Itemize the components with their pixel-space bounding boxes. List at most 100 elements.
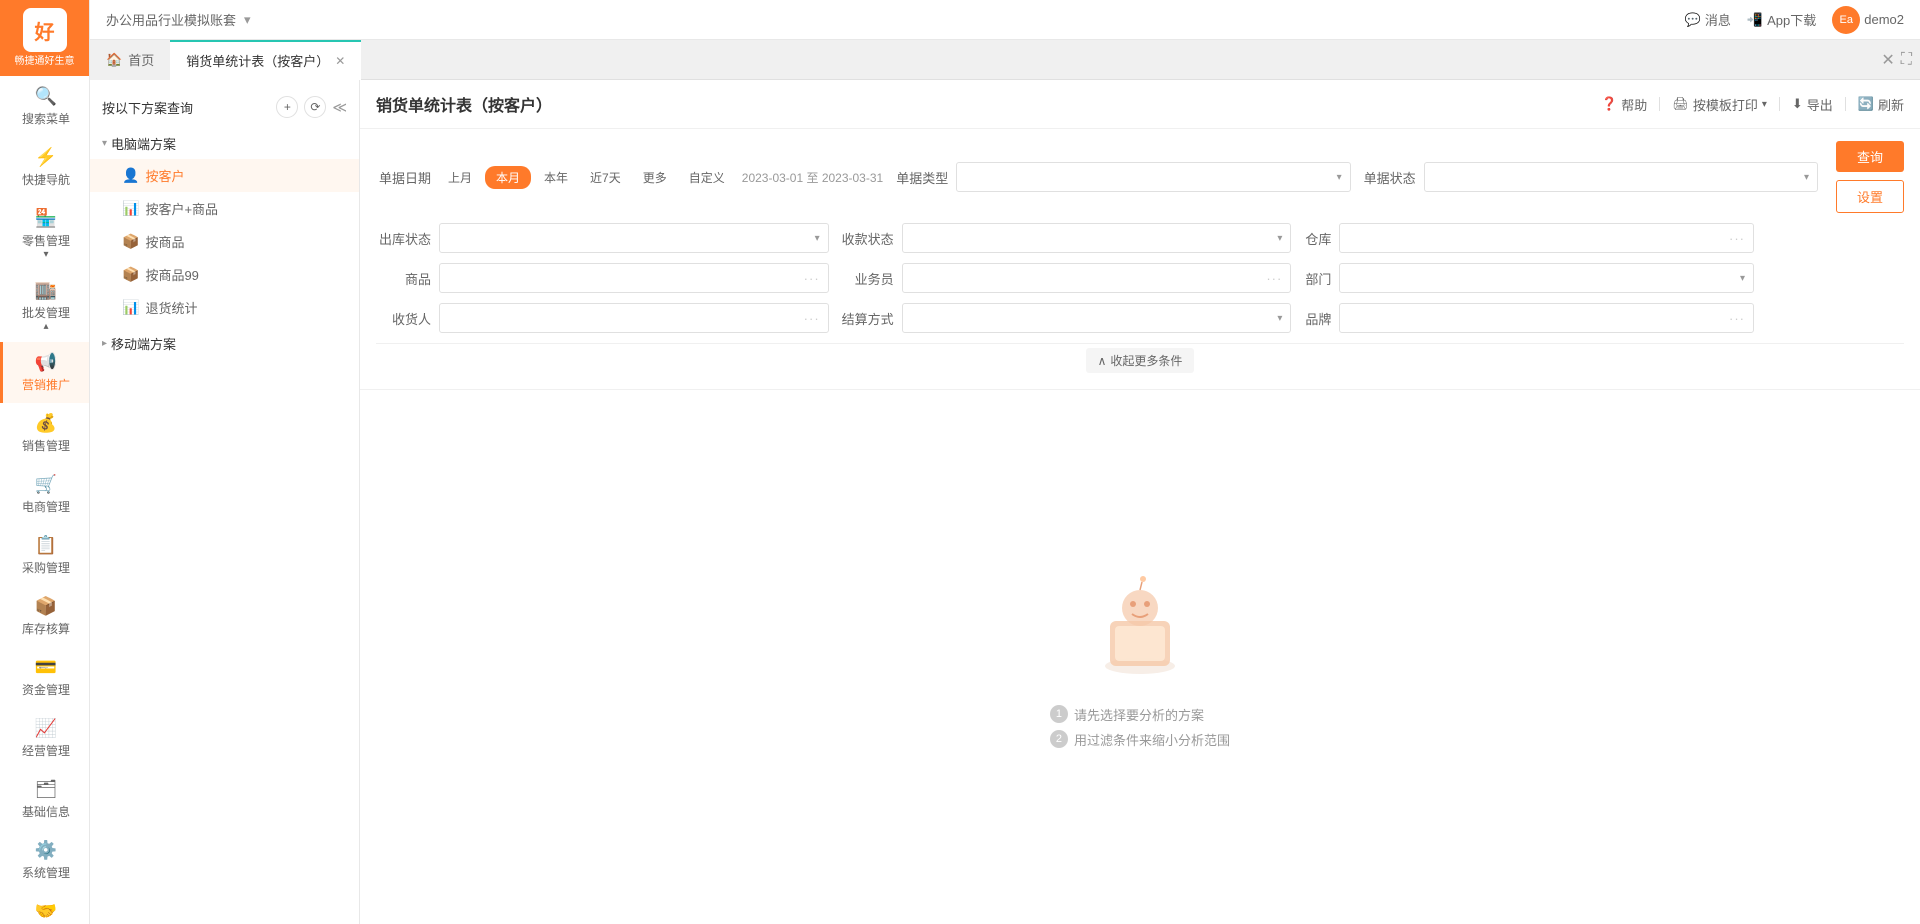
cooperation-icon: 🤝 <box>35 901 57 922</box>
order-type-label: 单据类型 <box>893 168 948 187</box>
brand-dots[interactable]: ··· <box>1729 311 1745 326</box>
tab-expand-btn[interactable]: ⛶ <box>1901 51 1912 69</box>
product-icon: 📦 <box>122 233 139 250</box>
query-btn[interactable]: 查询 <box>1836 141 1904 172</box>
help-btn[interactable]: ❓ 帮助 <box>1601 95 1647 114</box>
export-btn[interactable]: ⬇ 导出 <box>1792 95 1833 114</box>
divider3 <box>1845 97 1846 111</box>
sidebar-item-ecommerce[interactable]: 🛒 电商管理 <box>0 464 89 525</box>
scheme-item-label: 按客户 <box>145 166 184 185</box>
scheme-item-by-product-99[interactable]: 📦 按商品99 <box>90 258 359 291</box>
tab-sales-stat[interactable]: 销货单统计表（按客户） ✕ <box>170 40 361 80</box>
empty-tips: 1 请先选择要分析的方案 2 用过滤条件来缩小分析范围 <box>1050 705 1230 749</box>
sidebar-item-sales[interactable]: 💰 销售管理 <box>0 403 89 464</box>
empty-illustration <box>1080 566 1200 689</box>
refresh-label: 刷新 <box>1878 95 1904 114</box>
close-icon[interactable]: ✕ <box>335 54 345 68</box>
scheme-refresh-btn[interactable]: ⟳ <box>304 96 326 118</box>
delivery-status-select[interactable]: ▾ <box>439 223 829 253</box>
order-date-label: 单据日期 <box>376 168 431 187</box>
divider <box>1659 97 1660 111</box>
scheme-item-label: 按商品99 <box>145 265 198 284</box>
consignee-dots[interactable]: ··· <box>804 311 820 326</box>
salesperson-select[interactable]: ··· <box>902 263 1292 293</box>
tab-bar: 🏠 首页 销货单统计表（按客户） ✕ ✕ ⛶ <box>90 40 1920 80</box>
product99-icon: 📦 <box>122 266 139 283</box>
message-btn[interactable]: 💬 消息 <box>1685 10 1731 29</box>
page-actions: ❓ 帮助 🖨 按模板打印 ▾ ⬇ 导出 <box>1601 95 1904 114</box>
message-icon: 💬 <box>1685 12 1701 28</box>
scheme-item-by-customer-product[interactable]: 📊 按客户+商品 <box>90 192 359 225</box>
tab-close-all-btn[interactable]: ✕ <box>1881 50 1894 70</box>
scheme-item-by-product[interactable]: 📦 按商品 <box>90 225 359 258</box>
sidebar-item-label: 经营管理 <box>22 742 70 759</box>
sidebar: 好 畅捷通好生意 🔍 搜索菜单 ⚡ 快捷导航 🏪 零售管理 ▾ 🏬 批发管理 ▴… <box>0 0 90 924</box>
marketing-icon: 📢 <box>35 352 57 373</box>
date-btn-this-year[interactable]: 本年 <box>535 166 577 189</box>
export-icon: ⬇ <box>1792 96 1803 112</box>
user-name: demo2 <box>1864 12 1904 27</box>
settings-btn[interactable]: 设置 <box>1836 180 1904 213</box>
sidebar-item-inventory[interactable]: 📦 库存核算 <box>0 586 89 647</box>
user-area[interactable]: Ea demo2 <box>1832 6 1904 34</box>
scheme-item-by-customer[interactable]: 👤 按客户 <box>90 159 359 192</box>
collapse-more-btn[interactable]: ∧ 收起更多条件 <box>1086 348 1195 373</box>
salesperson-dots[interactable]: ··· <box>1266 271 1282 286</box>
date-btn-this-month[interactable]: 本月 <box>485 166 531 189</box>
date-btn-last-month[interactable]: 上月 <box>439 166 481 189</box>
sidebar-item-system[interactable]: ⚙️ 系统管理 <box>0 830 89 891</box>
settlement-select[interactable]: ▾ <box>902 303 1292 333</box>
date-btn-7days[interactable]: 近7天 <box>581 166 630 189</box>
brand-select[interactable]: ··· <box>1339 303 1754 333</box>
date-btn-custom[interactable]: 自定义 <box>680 166 734 189</box>
scheme-group-desktop-header[interactable]: ▾ 电脑端方案 <box>90 128 359 159</box>
sidebar-item-retail[interactable]: 🏪 零售管理 ▾ <box>0 198 89 270</box>
refresh-btn[interactable]: 🔄 刷新 <box>1858 95 1904 114</box>
department-select[interactable]: ▾ <box>1339 263 1754 293</box>
logo-icon: 好 <box>23 8 67 52</box>
sidebar-item-operations[interactable]: 📈 经营管理 <box>0 708 89 769</box>
retail-icon: 🏪 <box>35 208 57 229</box>
sidebar-item-label: 电商管理 <box>22 498 70 515</box>
sidebar-item-label: 快捷导航 <box>22 171 70 188</box>
sidebar-item-search[interactable]: 🔍 搜索菜单 <box>0 76 89 137</box>
sidebar-item-cooperation[interactable]: 🤝 企业协同 <box>0 891 89 924</box>
product-select[interactable]: ··· <box>439 263 829 293</box>
print-btn[interactable]: 🖨 按模板打印 ▾ <box>1672 95 1767 114</box>
sidebar-item-finance[interactable]: 💳 资金管理 <box>0 647 89 708</box>
tab-home[interactable]: 🏠 首页 <box>90 40 170 80</box>
sidebar-item-quicknav[interactable]: ⚡ 快捷导航 <box>0 137 89 198</box>
scheme-collapse-btn[interactable]: ≪ <box>332 99 347 116</box>
purchase-icon: 📋 <box>35 535 57 556</box>
order-status-select[interactable]: ▾ <box>1424 162 1818 192</box>
group-label-mobile: 移动端方案 <box>111 334 176 353</box>
warehouse-label: 仓库 <box>1301 229 1331 248</box>
product-dots[interactable]: ··· <box>804 271 820 286</box>
scheme-item-label: 退货统计 <box>145 298 197 317</box>
print-label: 按模板打印 <box>1693 95 1758 114</box>
scheme-add-btn[interactable]: + <box>276 96 298 118</box>
tab-home-label: 首页 <box>128 50 154 69</box>
avatar-text: Ea <box>1840 14 1853 26</box>
department-label: 部门 <box>1301 269 1331 288</box>
print-icon: 🖨 <box>1672 96 1689 112</box>
consignee-select[interactable]: ··· <box>439 303 829 333</box>
warehouse-dots[interactable]: ··· <box>1729 231 1745 246</box>
sidebar-item-purchase[interactable]: 📋 采购管理 <box>0 525 89 586</box>
date-btn-more[interactable]: 更多 <box>634 166 676 189</box>
sidebar-item-label: 搜索菜单 <box>22 110 70 127</box>
scheme-item-return-stat[interactable]: 📊 退货统计 <box>90 291 359 324</box>
order-type-select[interactable]: ▾ <box>956 162 1350 192</box>
warehouse-select[interactable]: ··· <box>1339 223 1754 253</box>
sidebar-item-wholesale[interactable]: 🏬 批发管理 ▴ <box>0 270 89 342</box>
scheme-group-mobile: ▸ 移动端方案 <box>90 328 359 359</box>
sidebar-item-basic[interactable]: 🗂 基础信息 <box>0 769 89 830</box>
tip-text-1: 请先选择要分析的方案 <box>1074 705 1204 724</box>
sidebar-item-marketing[interactable]: 📢 营销推广 <box>0 342 89 403</box>
dropdown-arrow[interactable]: ▾ <box>244 12 251 28</box>
payment-status-select[interactable]: ▾ <box>902 223 1292 253</box>
scheme-group-mobile-header[interactable]: ▸ 移动端方案 <box>90 328 359 359</box>
top-header: 办公用品行业模拟账套 ▾ 💬 消息 📲 App下载 Ea demo2 <box>90 0 1920 40</box>
app-download-label: App下载 <box>1767 10 1816 29</box>
app-download-btn[interactable]: 📲 App下载 <box>1747 10 1816 29</box>
